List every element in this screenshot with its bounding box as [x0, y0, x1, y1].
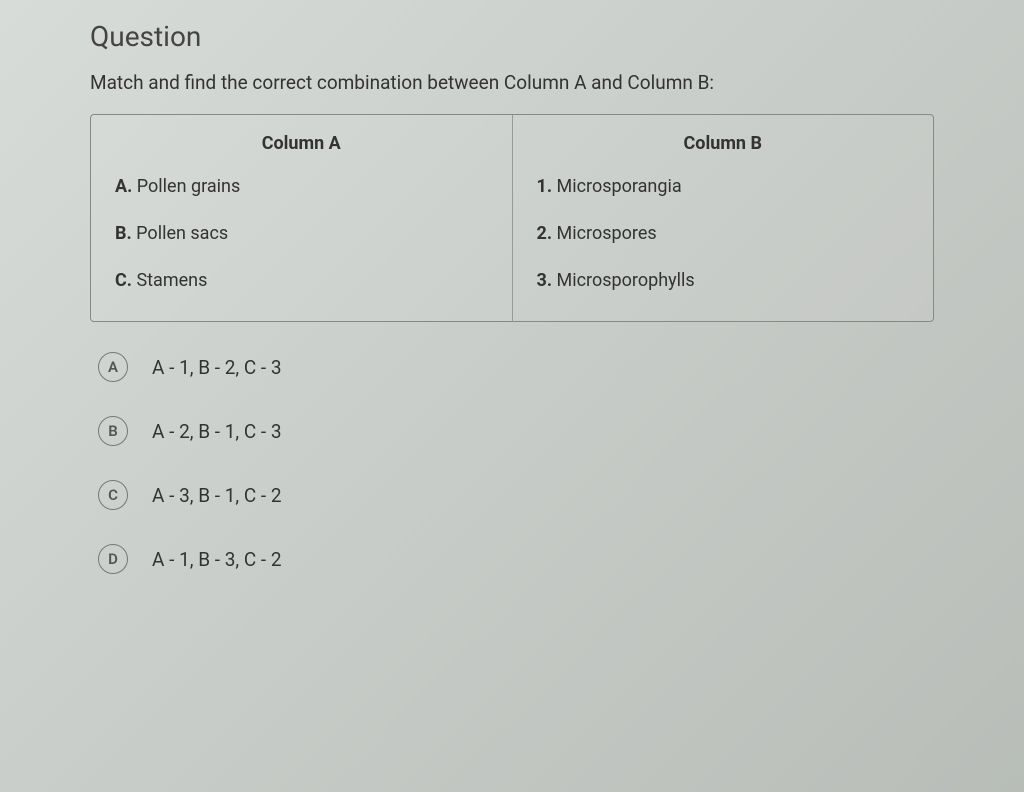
item-text: Pollen sacs	[132, 223, 228, 244]
item-label: B.	[115, 223, 132, 244]
item-text: Microsporophylls	[552, 270, 695, 291]
column-a-item: A. Pollen grains	[115, 176, 488, 197]
option-text: A - 1, B - 2, C - 3	[152, 356, 282, 379]
item-label: 3.	[537, 270, 553, 291]
column-b-item: 2. Microspores	[537, 223, 910, 244]
item-text: Pollen grains	[132, 176, 240, 197]
question-title: Question	[90, 20, 934, 53]
column-a-item: B. Pollen sacs	[115, 223, 488, 244]
option-d[interactable]: D A - 1, B - 3, C - 2	[98, 544, 934, 574]
item-text: Microsporangia	[552, 176, 682, 197]
option-letter-icon: C	[98, 480, 128, 510]
item-label: 2.	[537, 223, 553, 244]
option-c[interactable]: C A - 3, B - 1, C - 2	[98, 480, 934, 510]
column-a: Column A A. Pollen grains B. Pollen sacs…	[91, 115, 513, 321]
question-prompt: Match and find the correct combination b…	[90, 71, 934, 94]
column-a-header: Column A	[115, 133, 488, 154]
option-a[interactable]: A A - 1, B - 2, C - 3	[98, 352, 934, 382]
options-list: A A - 1, B - 2, C - 3 B A - 2, B - 1, C …	[90, 352, 934, 574]
option-letter-icon: B	[98, 416, 128, 446]
option-text: A - 2, B - 1, C - 3	[152, 420, 282, 443]
option-b[interactable]: B A - 2, B - 1, C - 3	[98, 416, 934, 446]
option-letter-icon: A	[98, 352, 128, 382]
column-a-item: C. Stamens	[115, 270, 488, 291]
column-b-item: 3. Microsporophylls	[537, 270, 910, 291]
option-letter-icon: D	[98, 544, 128, 574]
match-table: Column A A. Pollen grains B. Pollen sacs…	[90, 114, 934, 322]
column-b-item: 1. Microsporangia	[537, 176, 910, 197]
item-text: Microspores	[552, 223, 657, 244]
column-b: Column B 1. Microsporangia 2. Microspore…	[513, 115, 934, 321]
item-label: C.	[115, 270, 132, 291]
item-label: A.	[115, 176, 132, 197]
item-text: Stamens	[132, 270, 207, 291]
option-text: A - 3, B - 1, C - 2	[152, 484, 282, 507]
option-text: A - 1, B - 3, C - 2	[152, 548, 282, 571]
item-label: 1.	[537, 176, 553, 197]
column-b-header: Column B	[537, 133, 910, 154]
